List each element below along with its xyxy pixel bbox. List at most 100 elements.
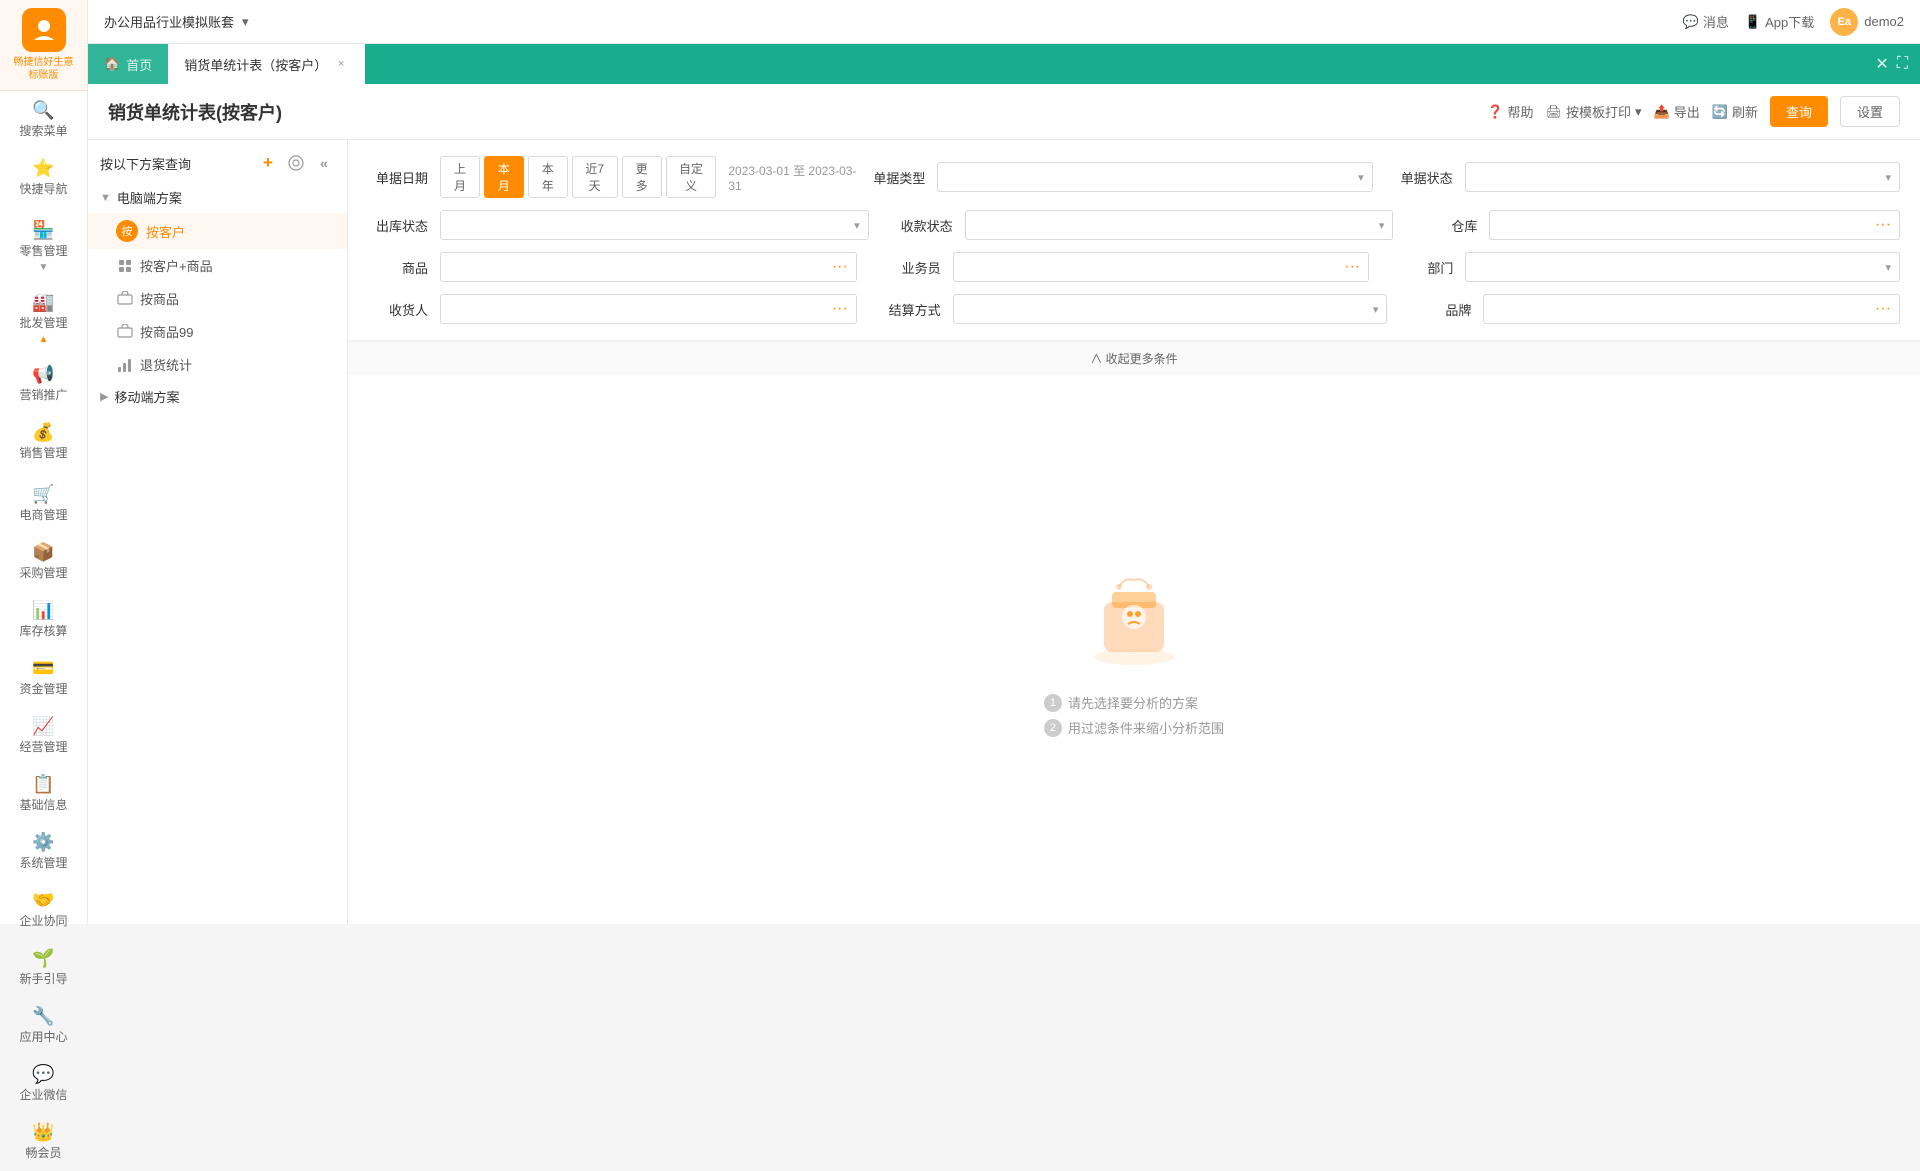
- consignee-field: ···: [440, 294, 857, 324]
- tab-sales-report[interactable]: 销货单统计表（按客户） ×: [168, 44, 365, 84]
- sidebar-item-newbie[interactable]: 🌱 新手引导: [0, 939, 87, 997]
- department-select[interactable]: ▾: [1465, 252, 1900, 282]
- system-icon: ⚙️: [32, 833, 54, 851]
- tree-group-mobile: ▶ 移动端方案: [88, 381, 347, 412]
- tip-num-2: 2: [1044, 719, 1062, 737]
- refresh-btn[interactable]: 🔄 刷新: [1712, 102, 1758, 121]
- user-name: demo2: [1864, 14, 1904, 29]
- brand-input[interactable]: ···: [1483, 294, 1900, 324]
- salesperson-input[interactable]: ···: [953, 252, 1370, 282]
- date-btn-custom[interactable]: 自定义: [666, 156, 717, 198]
- query-btn[interactable]: 查询: [1770, 96, 1828, 127]
- sidebar-item-appstore[interactable]: 🔧 应用中心: [0, 997, 87, 1055]
- sidebar-item-operations[interactable]: 📈 经营管理: [0, 707, 87, 765]
- print-btn[interactable]: 🖨 按模板打印 ▾: [1546, 102, 1642, 121]
- sidebar-item-search-label: 搜索菜单: [19, 122, 67, 139]
- sidebar-item-sales[interactable]: 💰 销售管理: [0, 413, 87, 471]
- inventory-icon: 📊: [32, 601, 54, 619]
- settlement-select[interactable]: ▾: [953, 294, 1388, 324]
- message-btn[interactable]: 💬 消息: [1683, 12, 1729, 31]
- filter-row-2: 出库状态 ▾ 收款状态 ▾ 仓库: [368, 210, 1900, 240]
- settings-btn[interactable]: 设置: [1840, 96, 1900, 127]
- tab-restore-btn[interactable]: ⛶: [1897, 55, 1908, 73]
- date-btn-this-month[interactable]: 本月: [484, 156, 524, 198]
- goods-ellipsis[interactable]: ···: [832, 258, 848, 276]
- sidebar-item-inventory-label: 库存核算: [19, 622, 67, 639]
- sidebar-item-retail-label: 零售管理: [19, 242, 67, 259]
- sidebar-item-wechat[interactable]: 💬 企业微信: [0, 1055, 87, 1113]
- order-status-label: 单据状态: [1397, 168, 1453, 187]
- tab-home[interactable]: 🏠 首页: [88, 44, 168, 84]
- sidebar-item-member-label: 畅会员: [25, 1144, 61, 1161]
- tab-close-btn[interactable]: ×: [333, 56, 349, 72]
- tab-close-all-btn[interactable]: ✕: [1875, 54, 1888, 74]
- order-type-arrow: ▾: [1358, 171, 1364, 184]
- goods-input[interactable]: ···: [440, 252, 857, 282]
- sidebar-item-enterprise[interactable]: 🤝 企业协同: [0, 881, 87, 939]
- tree-item-by-customer[interactable]: 按 按客户: [88, 213, 347, 249]
- sidebar-item-marketing[interactable]: 📢 营销推广: [0, 355, 87, 413]
- sidebar-item-search[interactable]: 🔍 搜索菜单: [0, 91, 87, 149]
- tree-item-by-customer-goods[interactable]: 按客户+商品: [88, 249, 347, 282]
- date-btn-7days[interactable]: 近7天: [572, 156, 618, 198]
- app-download-btn[interactable]: 📱 App下载: [1745, 12, 1814, 31]
- salesperson-label: 业务员: [881, 258, 941, 277]
- sidebar-item-purchase[interactable]: 📦 采购管理: [0, 533, 87, 591]
- order-type-select[interactable]: ▾: [937, 162, 1372, 192]
- sidebar-item-system[interactable]: ⚙️ 系统管理: [0, 823, 87, 881]
- tree-group-desktop-header[interactable]: ▼ 电脑端方案: [88, 182, 347, 213]
- wholesale-icon: 🏭: [32, 293, 54, 311]
- tree-group-mobile-header[interactable]: ▶ 移动端方案: [88, 381, 347, 412]
- edit-scheme-btn[interactable]: [285, 152, 307, 174]
- help-btn[interactable]: ❓ 帮助: [1487, 102, 1533, 121]
- page-actions: ❓ 帮助 🖨 按模板打印 ▾ 📤 导出 🔄 刷新 查询 设置: [1487, 96, 1900, 139]
- empty-tip-2-text: 用过滤条件来缩小分析范围: [1068, 718, 1224, 737]
- sidebar-item-ecommerce[interactable]: 🛒 电商管理: [0, 475, 87, 533]
- department-label: 部门: [1393, 258, 1453, 277]
- app-download-label: App下载: [1765, 12, 1814, 31]
- sidebar-item-enterprise-label: 企业协同: [19, 912, 67, 929]
- help-icon: ❓: [1487, 104, 1503, 120]
- sidebar-item-inventory[interactable]: 📊 库存核算: [0, 591, 87, 649]
- collapse-bar-label: ∧ 收起更多条件: [1090, 350, 1177, 367]
- sidebar-item-member[interactable]: 👑 畅会员: [0, 1113, 87, 1171]
- consignee-input[interactable]: ···: [440, 294, 857, 324]
- sidebar-item-wholesale[interactable]: 🏭 批发管理 ▲: [0, 283, 87, 355]
- warehouse-input[interactable]: ···: [1489, 210, 1900, 240]
- tree-item-by-goods-99[interactable]: 按商品99: [88, 315, 347, 348]
- sidebar-item-wechat-label: 企业微信: [19, 1086, 67, 1103]
- empty-tip-1-text: 请先选择要分析的方案: [1068, 693, 1198, 712]
- brand-ellipsis[interactable]: ···: [1875, 300, 1891, 318]
- salesperson-ellipsis[interactable]: ···: [1344, 258, 1360, 276]
- out-status-select[interactable]: ▾: [440, 210, 869, 240]
- consignee-ellipsis[interactable]: ···: [832, 300, 848, 318]
- appstore-icon: 🔧: [32, 1007, 54, 1025]
- order-status-select[interactable]: ▾: [1465, 162, 1900, 192]
- collapse-panel-btn[interactable]: «: [313, 152, 335, 174]
- date-btn-this-year[interactable]: 本年: [528, 156, 568, 198]
- export-btn[interactable]: 📤 导出: [1654, 102, 1700, 121]
- sidebar-item-basic[interactable]: 📋 基础信息: [0, 765, 87, 823]
- order-type-label: 单据类型: [869, 168, 925, 187]
- settlement-arrow: ▾: [1373, 303, 1379, 316]
- warehouse-ellipsis[interactable]: ···: [1875, 216, 1891, 234]
- purchase-icon: 📦: [32, 543, 54, 561]
- member-icon: 👑: [32, 1123, 54, 1141]
- collapse-bar[interactable]: ∧ 收起更多条件: [348, 341, 1920, 375]
- tree-item-return-stats[interactable]: 退货统计: [88, 348, 347, 381]
- add-scheme-btn[interactable]: +: [257, 152, 279, 174]
- tree-item-by-goods[interactable]: 按商品: [88, 282, 347, 315]
- receipt-status-select[interactable]: ▾: [965, 210, 1394, 240]
- app-download-icon: 📱: [1745, 14, 1761, 30]
- sidebar-item-quicknav[interactable]: ⭐ 快捷导航: [0, 149, 87, 207]
- print-label: 按模板打印: [1566, 102, 1631, 121]
- sidebar-item-retail[interactable]: 🏪 零售管理 ▼: [0, 211, 87, 283]
- date-btn-more[interactable]: 更多: [622, 156, 662, 198]
- brand-label: 品牌: [1411, 300, 1471, 319]
- breadcrumb-dropdown-btn[interactable]: ▾: [242, 14, 249, 30]
- sidebar-item-finance[interactable]: 💳 资金管理: [0, 649, 87, 707]
- sidebar-item-finance-label: 资金管理: [19, 680, 67, 697]
- date-btn-last-month[interactable]: 上月: [440, 156, 480, 198]
- user-profile[interactable]: Ea demo2: [1830, 8, 1904, 36]
- left-panel-actions: + «: [257, 152, 335, 174]
